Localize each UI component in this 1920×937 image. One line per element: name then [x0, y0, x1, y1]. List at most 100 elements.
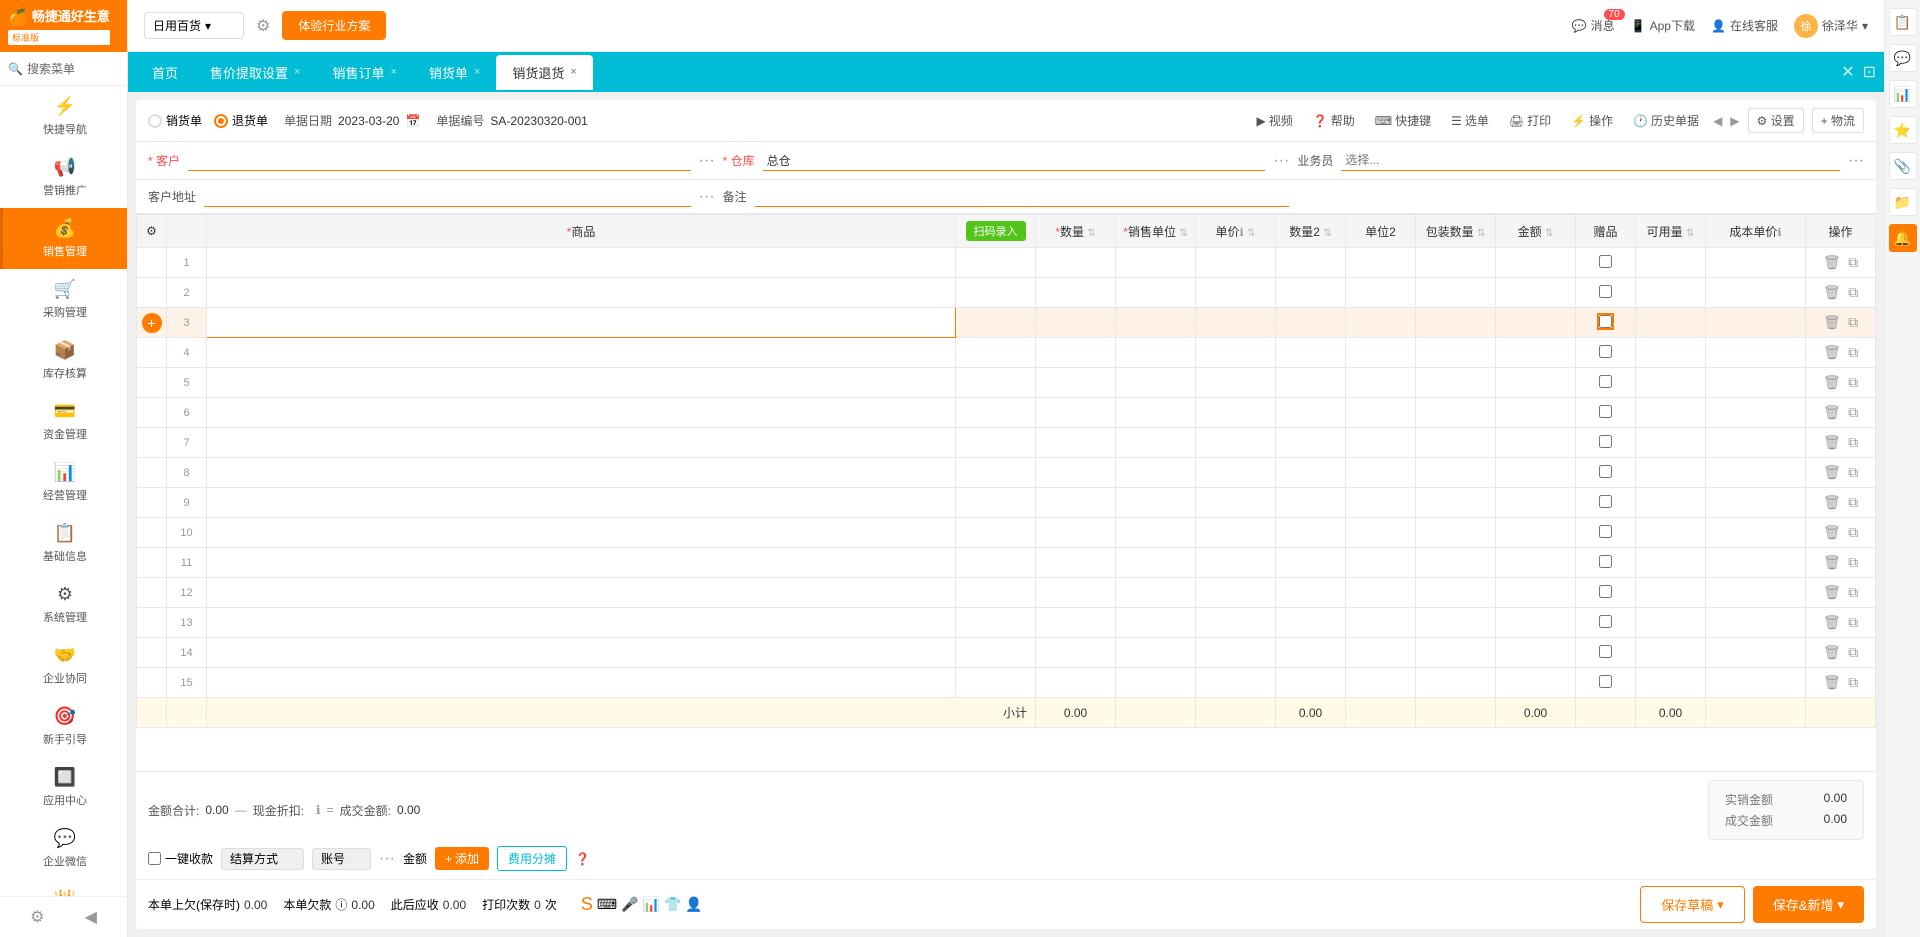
gift-check-8[interactable] [1599, 465, 1612, 478]
tab-sales-setting-close[interactable]: × [294, 66, 300, 78]
right-panel-btn-6[interactable]: 📁 [1889, 188, 1917, 216]
qty-sort-icon[interactable]: ⇅ [1087, 228, 1095, 239]
td-price-2[interactable] [1196, 278, 1276, 308]
td-price-13[interactable] [1196, 608, 1276, 638]
gift-check-15[interactable] [1599, 675, 1612, 688]
delete-icon-6[interactable]: 🗑 [1823, 404, 1841, 420]
copy-icon-5[interactable]: ⧉ [1848, 374, 1858, 390]
gift-check-14[interactable] [1599, 645, 1612, 658]
th-gear[interactable]: ⚙ [137, 215, 167, 248]
app-download-btn[interactable]: 📱 App下载 [1631, 17, 1695, 34]
next-btn[interactable]: ▶ [1730, 114, 1739, 128]
video-btn[interactable]: ▶ 视频 [1251, 110, 1299, 131]
delete-icon-7[interactable]: 🗑 [1823, 434, 1841, 450]
td-price-8[interactable] [1196, 458, 1276, 488]
td-price-12[interactable] [1196, 578, 1276, 608]
td-qty-11[interactable] [1036, 548, 1116, 578]
gift-check-5[interactable] [1599, 375, 1612, 388]
cost-info-icon[interactable]: ℹ [1777, 227, 1781, 239]
td-goods-10[interactable] [207, 518, 956, 548]
td-gift-9[interactable] [1576, 488, 1636, 518]
gift-check-12[interactable] [1599, 585, 1612, 598]
gift-check-2[interactable] [1599, 285, 1612, 298]
sidebar-item-enterprise[interactable]: 🤝 企业协同 [0, 635, 127, 696]
user-menu[interactable]: 徐 徐泽华 ▾ [1794, 14, 1868, 38]
select-btn[interactable]: ☰ 选单 [1445, 110, 1495, 131]
delete-icon-2[interactable]: 🗑 [1823, 284, 1841, 300]
gift-check-11[interactable] [1599, 555, 1612, 568]
delete-icon-3[interactable]: 🗑 [1823, 314, 1841, 330]
sidebar-item-basic[interactable]: 📋 基础信息 [0, 513, 127, 574]
delete-icon-12[interactable]: 🗑 [1823, 584, 1841, 600]
td-goods-6[interactable] [207, 398, 956, 428]
delete-icon-8[interactable]: 🗑 [1823, 464, 1841, 480]
tab-home[interactable]: 首页 [136, 55, 194, 90]
td-price-11[interactable] [1196, 548, 1276, 578]
td-gift-12[interactable] [1576, 578, 1636, 608]
td-qty-15[interactable] [1036, 668, 1116, 698]
message-btn[interactable]: 💬 消息 70 [1572, 17, 1615, 34]
history-btn[interactable]: 🕐 历史单据 [1627, 110, 1705, 131]
copy-icon-8[interactable]: ⧉ [1848, 464, 1858, 480]
copy-icon-15[interactable]: ⧉ [1848, 674, 1858, 690]
settings-btn[interactable]: ⚙ [30, 907, 44, 927]
copy-icon-13[interactable]: ⧉ [1848, 614, 1858, 630]
account-dots[interactable]: ··· [379, 850, 395, 868]
unit-sort-icon[interactable]: ⇅ [1179, 228, 1187, 239]
radio-delivery[interactable]: 销货单 [148, 112, 202, 129]
td-unit-3[interactable] [1116, 308, 1196, 338]
radio-return[interactable]: 退货单 [214, 112, 268, 129]
gift-check-6[interactable] [1599, 405, 1612, 418]
td-gift-15[interactable] [1576, 668, 1636, 698]
delete-icon-11[interactable]: 🗑 [1823, 554, 1841, 570]
td-unit-14[interactable] [1116, 638, 1196, 668]
delete-icon-9[interactable]: 🗑 [1823, 494, 1841, 510]
delete-icon-4[interactable]: 🗑 [1823, 344, 1841, 360]
copy-icon-14[interactable]: ⧉ [1848, 644, 1858, 660]
scan-button[interactable]: 扫码录入 [966, 221, 1026, 241]
td-qty-9[interactable] [1036, 488, 1116, 518]
td-unit-9[interactable] [1116, 488, 1196, 518]
maximize-btn[interactable]: ⊡ [1863, 62, 1876, 82]
td-unit-6[interactable] [1116, 398, 1196, 428]
gift-check-13[interactable] [1599, 615, 1612, 628]
td-goods-5[interactable] [207, 368, 956, 398]
gift-check-10[interactable] [1599, 525, 1612, 538]
gift-check-1[interactable] [1599, 255, 1612, 268]
sidebar-item-inventory[interactable]: 📦 库存核算 [0, 330, 127, 391]
copy-icon-1[interactable]: ⧉ [1848, 254, 1858, 270]
td-qty-6[interactable] [1036, 398, 1116, 428]
tab-sales-setting[interactable]: 售价提取设置 × [194, 55, 316, 90]
add-row-btn[interactable]: + 添加 [435, 847, 489, 870]
settlement-select[interactable]: 结算方式 [221, 848, 304, 870]
one-click-pay-check[interactable]: 一键收款 [148, 850, 213, 867]
td-unit-10[interactable] [1116, 518, 1196, 548]
td-price-7[interactable] [1196, 428, 1276, 458]
sidebar-item-marketing[interactable]: 📢 营销推广 [0, 147, 127, 208]
tab-sales-return[interactable]: 销货退货 × [496, 55, 592, 90]
td-qty-8[interactable] [1036, 458, 1116, 488]
td-unit-4[interactable] [1116, 338, 1196, 368]
print-btn[interactable]: 🖨 打印 [1503, 110, 1557, 131]
td-goods-13[interactable] [207, 608, 956, 638]
tab-sales-order[interactable]: 销售订单 × [316, 55, 412, 90]
td-gift-4[interactable] [1576, 338, 1636, 368]
td-qty-4[interactable] [1036, 338, 1116, 368]
td-price-9[interactable] [1196, 488, 1276, 518]
experience-btn[interactable]: 体验行业方案 [282, 11, 386, 40]
td-price-10[interactable] [1196, 518, 1276, 548]
td-price-5[interactable] [1196, 368, 1276, 398]
save-draft-btn[interactable]: 保存草稿 ▾ [1640, 886, 1745, 923]
td-goods-2[interactable] [207, 278, 956, 308]
delete-icon-5[interactable]: 🗑 [1823, 374, 1841, 390]
close-tab-btn[interactable]: ✕ [1841, 62, 1854, 82]
td-price-3[interactable] [1196, 308, 1276, 338]
topbar-gear-icon[interactable]: ⚙ [256, 16, 270, 36]
warehouse-dots[interactable]: ··· [1273, 152, 1289, 170]
td-unit-5[interactable] [1116, 368, 1196, 398]
sidebar-item-sales[interactable]: 💰 销售管理 [0, 208, 127, 269]
add-row-3[interactable]: + [142, 313, 162, 333]
tab-sales-order-close[interactable]: × [390, 66, 396, 78]
sidebar-item-finance[interactable]: 💳 资金管理 [0, 391, 127, 452]
delete-icon-13[interactable]: 🗑 [1823, 614, 1841, 630]
